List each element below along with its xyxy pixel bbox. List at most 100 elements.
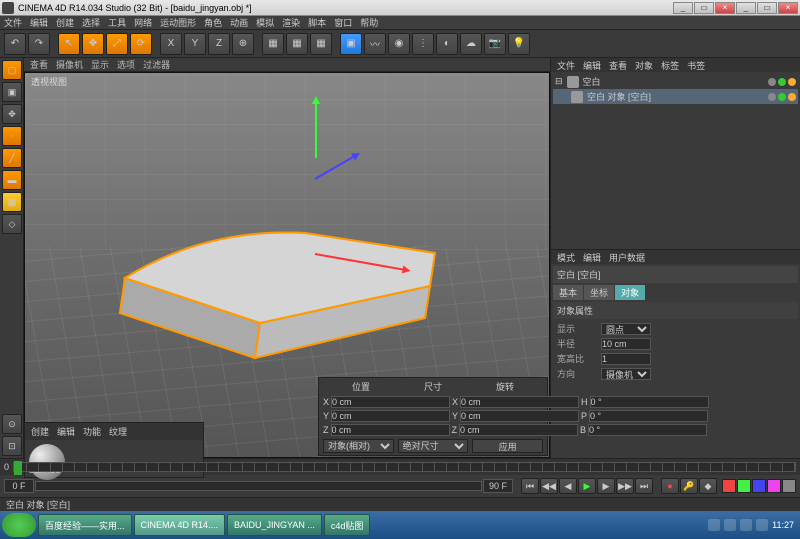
snap-button[interactable]: ⊙ [2, 414, 22, 434]
taskbar-item[interactable]: CINEMA 4D R14.... [134, 514, 226, 536]
model-mode-button[interactable]: ▢ [2, 60, 22, 80]
object-name[interactable]: 空白 [583, 75, 601, 88]
x-size-input[interactable] [460, 396, 579, 408]
goto-end-button[interactable]: ⏭ [635, 478, 653, 494]
attr-mode[interactable]: 模式 [557, 251, 575, 264]
start-button[interactable] [2, 513, 36, 537]
viewport-camera[interactable]: 摄像机 [56, 58, 83, 71]
z-size-input[interactable] [459, 424, 578, 436]
select-tool[interactable]: ↖ [58, 33, 80, 55]
keyframe-button[interactable]: ◆ [699, 478, 717, 494]
param-key-button[interactable] [767, 479, 781, 493]
minimize2-button[interactable]: _ [736, 2, 756, 14]
environment-button[interactable]: ☁ [460, 33, 482, 55]
snap2-button[interactable]: ⊡ [2, 436, 22, 456]
tree-row[interactable]: 空白 对象 [空白] [553, 89, 798, 104]
move-tool[interactable]: ✥ [82, 33, 104, 55]
frame-start-input[interactable] [4, 479, 34, 493]
pla-key-button[interactable] [782, 479, 796, 493]
om-bookmark[interactable]: 书签 [687, 59, 705, 72]
close-button[interactable]: × [715, 2, 735, 14]
taskbar-item[interactable]: BAIDU_JINGYAN ... [227, 514, 322, 536]
menu-help[interactable]: 帮助 [360, 16, 378, 29]
viewport-view[interactable]: 查看 [30, 58, 48, 71]
minimize-button[interactable]: _ [673, 2, 693, 14]
mat-tab-tex[interactable]: 纹理 [109, 425, 127, 438]
step-back-button[interactable]: ◀◀ [540, 478, 558, 494]
play-button[interactable]: ▶ [578, 478, 596, 494]
camera-button[interactable]: 📷 [484, 33, 506, 55]
menu-mograph[interactable]: 运动图形 [160, 16, 196, 29]
p-rot-input[interactable] [589, 410, 708, 422]
viewport-filter[interactable]: 过滤器 [143, 58, 170, 71]
menu-edit[interactable]: 编辑 [30, 16, 48, 29]
tag-icon[interactable] [788, 78, 796, 86]
menu-file[interactable]: 文件 [4, 16, 22, 29]
prev-frame-button[interactable]: ◀ [559, 478, 577, 494]
texture-mode-button[interactable]: ▦ [2, 192, 22, 212]
visibility-icon[interactable] [768, 78, 776, 86]
point-mode-button[interactable]: ⋅ [2, 126, 22, 146]
object-name[interactable]: 空白 对象 [空白] [587, 90, 651, 103]
om-file[interactable]: 文件 [557, 59, 575, 72]
clock[interactable]: 11:27 [772, 520, 794, 530]
ratio-input[interactable] [601, 353, 651, 365]
tray-icon[interactable] [740, 519, 752, 531]
tag-icon[interactable] [788, 93, 796, 101]
x-axis-button[interactable]: X [160, 33, 182, 55]
x-pos-input[interactable] [331, 396, 450, 408]
display-select[interactable]: 圆点 [601, 323, 651, 335]
rotate-tool[interactable]: ⟳ [130, 33, 152, 55]
timeline-track[interactable] [13, 462, 796, 472]
viewport-options[interactable]: 选项 [117, 58, 135, 71]
menu-animate[interactable]: 动画 [230, 16, 248, 29]
y-axis-button[interactable]: Y [184, 33, 206, 55]
object-tree[interactable]: ⊟ 空白 空白 对象 [空白] [551, 72, 800, 250]
om-edit[interactable]: 编辑 [583, 59, 601, 72]
z-pos-input[interactable] [331, 424, 450, 436]
light-button[interactable]: 💡 [508, 33, 530, 55]
world-axis-button[interactable]: ⊕ [232, 33, 254, 55]
menu-select[interactable]: 选择 [82, 16, 100, 29]
nurbs-button[interactable]: ◉ [388, 33, 410, 55]
object-mode-button[interactable]: ▣ [2, 82, 22, 102]
coord-mode1-select[interactable]: 对象(相对) [323, 439, 394, 453]
orient-select[interactable]: 摄像机 [601, 368, 651, 380]
close2-button[interactable]: × [778, 2, 798, 14]
menu-character[interactable]: 角色 [204, 16, 222, 29]
workplane-button[interactable]: ◇ [2, 214, 22, 234]
timeline-range[interactable] [35, 481, 482, 491]
record-button[interactable]: ● [661, 478, 679, 494]
spline-button[interactable]: 〰 [364, 33, 386, 55]
redo-button[interactable]: ↷ [28, 33, 50, 55]
render-settings-button[interactable]: ▦ [310, 33, 332, 55]
mat-tab-create[interactable]: 创建 [31, 425, 49, 438]
attr-tab-object[interactable]: 对象 [615, 285, 645, 300]
h-rot-input[interactable] [590, 396, 709, 408]
attr-tab-basic[interactable]: 基本 [553, 285, 583, 300]
autokey-button[interactable]: 🔑 [680, 478, 698, 494]
edge-mode-button[interactable]: ╱ [2, 148, 22, 168]
mesh-object[interactable] [105, 208, 445, 368]
coord-apply-button[interactable]: 应用 [472, 439, 543, 453]
mat-tab-func[interactable]: 功能 [83, 425, 101, 438]
undo-button[interactable]: ↶ [4, 33, 26, 55]
scale-key-button[interactable] [737, 479, 751, 493]
y-pos-input[interactable] [331, 410, 450, 422]
array-button[interactable]: ⋮ [412, 33, 434, 55]
goto-start-button[interactable]: ⏮ [521, 478, 539, 494]
taskbar-item[interactable]: 百度经验——实用... [38, 514, 132, 536]
visibility-icon[interactable] [768, 93, 776, 101]
menu-tools[interactable]: 工具 [108, 16, 126, 29]
menu-create[interactable]: 创建 [56, 16, 74, 29]
taskbar-item[interactable]: c4d贴图 [324, 514, 371, 536]
gizmo-y-axis[interactable] [315, 98, 317, 158]
attr-tab-coord[interactable]: 坐标 [584, 285, 614, 300]
mat-tab-edit[interactable]: 编辑 [57, 425, 75, 438]
tray-icon[interactable] [708, 519, 720, 531]
om-object[interactable]: 对象 [635, 59, 653, 72]
attr-userdata[interactable]: 用户数据 [609, 251, 645, 264]
frame-end-input[interactable] [483, 479, 513, 493]
maximize-button[interactable]: ▭ [694, 2, 714, 14]
cube-primitive-button[interactable]: ▣ [340, 33, 362, 55]
